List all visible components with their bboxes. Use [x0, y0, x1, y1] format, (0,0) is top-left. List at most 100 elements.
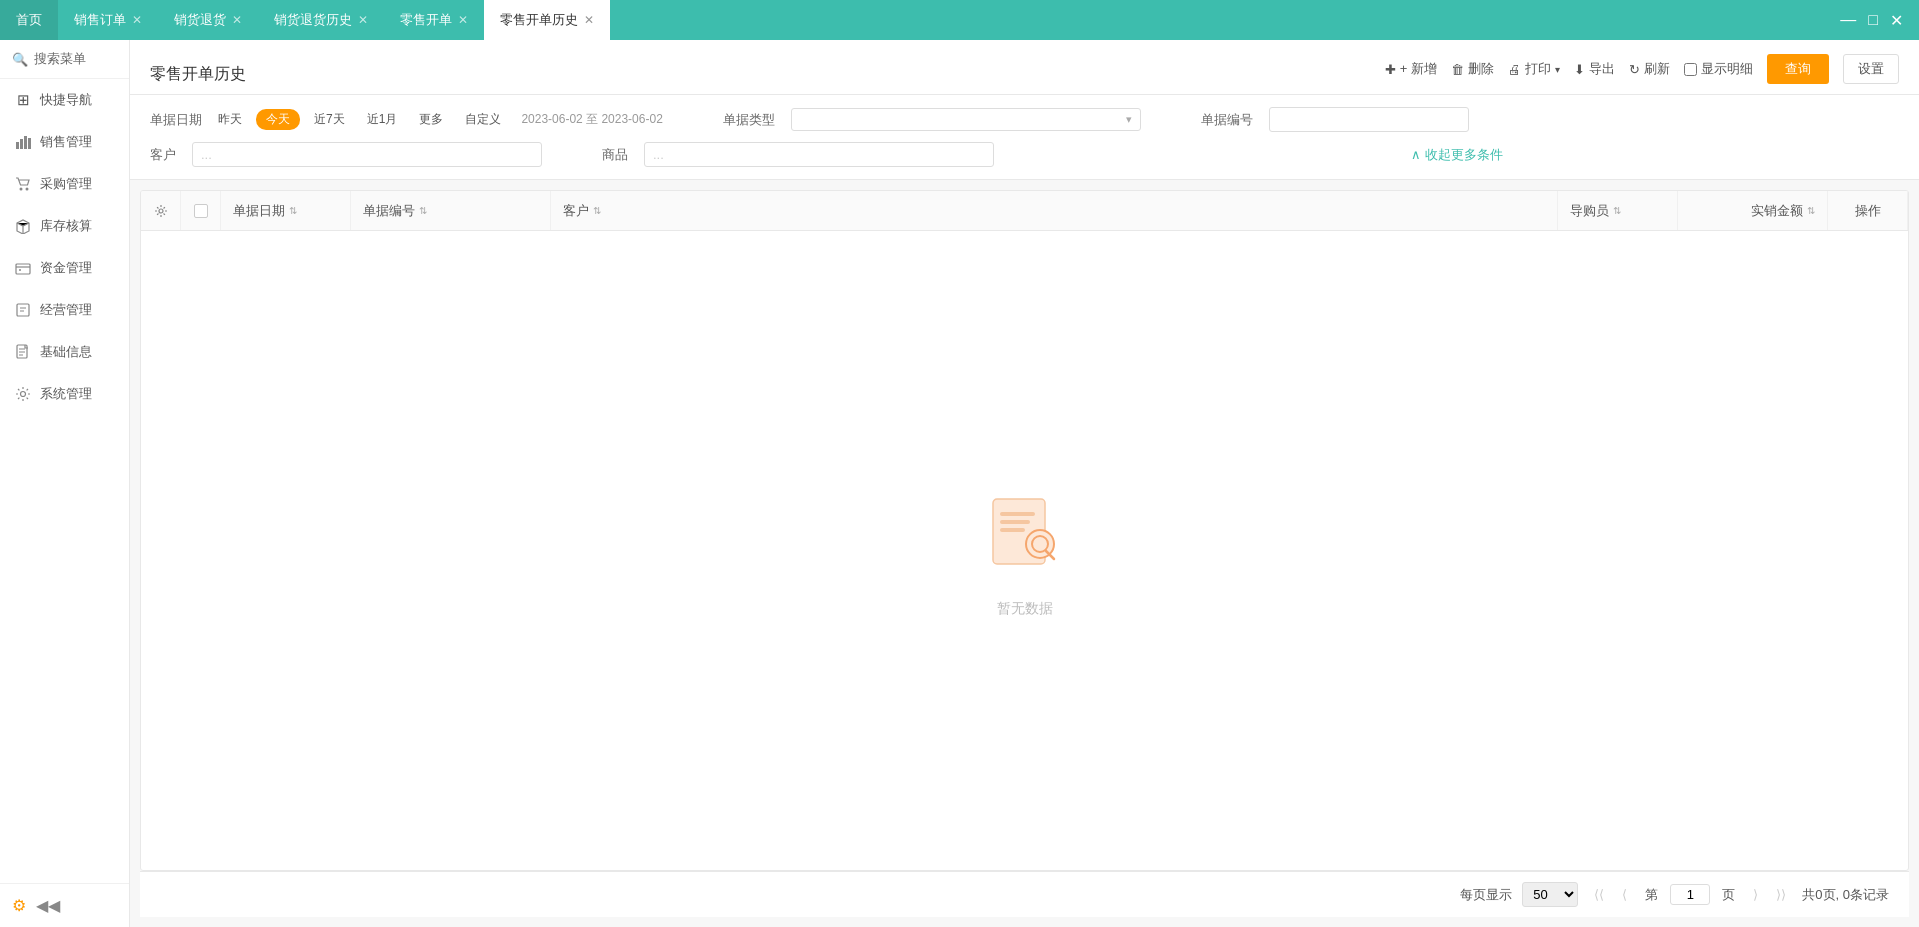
- svg-point-10: [21, 392, 26, 397]
- date-btn-yesterday[interactable]: 昨天: [210, 109, 250, 130]
- refresh-icon: ↻: [1629, 62, 1640, 77]
- goods-label: 商品: [602, 146, 628, 164]
- first-page-btn[interactable]: ⟨⟨: [1588, 885, 1610, 904]
- per-page-label: 每页显示: [1460, 886, 1512, 904]
- tab-retail-history-close[interactable]: ✕: [584, 13, 594, 27]
- sidebar-item-basic-info[interactable]: 基础信息: [0, 331, 129, 373]
- guide-sort-icon: ⇅: [1613, 205, 1621, 216]
- per-page-select[interactable]: 50 10 20 100: [1522, 882, 1578, 907]
- col-amount[interactable]: 实销金额 ⇅: [1678, 191, 1828, 230]
- tab-retail-open[interactable]: 零售开单 ✕: [384, 0, 484, 40]
- last-page-btn[interactable]: ⟩⟩: [1770, 885, 1792, 904]
- sidebar-item-inventory[interactable]: 库存核算: [0, 205, 129, 247]
- tab-bar: 首页 销售订单 ✕ 销货退货 ✕ 销货退货历史 ✕ 零售开单 ✕ 零售开单历史 …: [0, 0, 1919, 40]
- no-sort-icon: ⇅: [419, 205, 427, 216]
- export-icon: ⬇: [1574, 62, 1585, 77]
- print-btn[interactable]: 🖨 打印 ▾: [1508, 60, 1560, 78]
- goods-select[interactable]: ...: [644, 142, 994, 167]
- display-checkbox[interactable]: [1684, 63, 1697, 76]
- sys-mgmt-icon: [14, 385, 32, 403]
- collapse-filters-btn[interactable]: ∧ 收起更多条件: [1411, 146, 1503, 164]
- customer-select[interactable]: ...: [192, 142, 542, 167]
- tab-sales-return-close[interactable]: ✕: [232, 13, 242, 27]
- svg-rect-0: [16, 142, 19, 149]
- table-container: 单据日期 ⇅ 单据编号 ⇅ 客户 ⇅ 导购员 ⇅ 实销金额 ⇅: [140, 190, 1909, 871]
- display-btn[interactable]: 显示明细: [1684, 60, 1753, 78]
- sidebar: 🔍 搜索菜单 ⊞ 快捷导航 销售管理 采购管理: [0, 40, 130, 927]
- close-btn[interactable]: ✕: [1890, 11, 1903, 30]
- svg-rect-13: [1000, 512, 1035, 516]
- amount-sort-icon: ⇅: [1807, 205, 1815, 216]
- svg-point-7: [19, 269, 21, 271]
- date-btn-7days[interactable]: 近7天: [306, 109, 353, 130]
- svg-rect-8: [17, 304, 29, 316]
- toolbar: ✚ + 新增 🗑 删除 🖨 打印 ▾ ⬇ 导出 ↻: [1385, 54, 1899, 94]
- tab-sales-return-history[interactable]: 销货退货历史 ✕: [258, 0, 384, 40]
- query-button[interactable]: 查询: [1767, 54, 1829, 84]
- svg-rect-2: [24, 136, 27, 149]
- purchase-mgmt-icon: [14, 175, 32, 193]
- sidebar-item-quick-nav[interactable]: ⊞ 快捷导航: [0, 79, 129, 121]
- customer-label: 客户: [150, 146, 176, 164]
- tab-sales-order[interactable]: 销售订单 ✕: [58, 0, 158, 40]
- sidebar-collapse-icon[interactable]: ◀◀: [36, 896, 60, 915]
- svg-rect-1: [20, 139, 23, 149]
- ops-icon: [14, 301, 32, 319]
- col-check[interactable]: [181, 191, 221, 230]
- select-all-checkbox[interactable]: [194, 204, 208, 218]
- svg-point-11: [159, 209, 163, 213]
- col-no[interactable]: 单据编号 ⇅: [351, 191, 551, 230]
- collapse-icon: ∧: [1411, 147, 1421, 162]
- date-filters: 昨天 今天 近7天 近1月 更多 自定义: [210, 109, 509, 130]
- svg-rect-6: [16, 264, 30, 274]
- tab-retail-history[interactable]: 零售开单历史 ✕: [484, 0, 610, 40]
- current-page-label: 第: [1639, 884, 1664, 906]
- page-number-input[interactable]: [1670, 884, 1710, 905]
- type-select[interactable]: ▾: [791, 108, 1141, 131]
- pagination: 每页显示 50 10 20 100 ⟨⟨ ⟨ 第 页 ⟩ ⟩⟩ 共0页, 0条记…: [140, 871, 1909, 917]
- col-gear[interactable]: [141, 191, 181, 230]
- col-customer[interactable]: 客户 ⇅: [551, 191, 1558, 230]
- maximize-btn[interactable]: □: [1868, 11, 1878, 29]
- sidebar-item-sales-mgmt[interactable]: 销售管理: [0, 121, 129, 163]
- sidebar-item-purchase-mgmt[interactable]: 采购管理: [0, 163, 129, 205]
- page-nav: ⟨⟨ ⟨ 第 页 ⟩ ⟩⟩: [1588, 884, 1792, 906]
- next-page-btn[interactable]: ⟩: [1747, 885, 1764, 904]
- finance-icon: [14, 259, 32, 277]
- sidebar-item-ops[interactable]: 经营管理: [0, 289, 129, 331]
- add-icon: ✚: [1385, 62, 1396, 77]
- table-header: 单据日期 ⇅ 单据编号 ⇅ 客户 ⇅ 导购员 ⇅ 实销金额 ⇅: [141, 191, 1908, 231]
- sidebar-settings-icon[interactable]: ⚙: [12, 896, 26, 915]
- tab-sales-order-close[interactable]: ✕: [132, 13, 142, 27]
- table-body: 暂无数据: [141, 231, 1908, 870]
- no-input[interactable]: [1269, 107, 1469, 132]
- filter-customer: 客户 ...: [150, 142, 542, 167]
- minimize-btn[interactable]: —: [1840, 11, 1856, 29]
- tab-sales-return[interactable]: 销货退货 ✕: [158, 0, 258, 40]
- date-btn-custom[interactable]: 自定义: [457, 109, 509, 130]
- export-btn[interactable]: ⬇ 导出: [1574, 60, 1615, 78]
- date-btn-1month[interactable]: 近1月: [359, 109, 406, 130]
- svg-rect-15: [1000, 528, 1025, 532]
- refresh-btn[interactable]: ↻ 刷新: [1629, 60, 1670, 78]
- col-date[interactable]: 单据日期 ⇅: [221, 191, 351, 230]
- tab-home[interactable]: 首页: [0, 0, 58, 40]
- add-btn[interactable]: ✚ + 新增: [1385, 60, 1437, 78]
- type-label: 单据类型: [723, 111, 775, 129]
- tab-sales-return-history-close[interactable]: ✕: [358, 13, 368, 27]
- page-title: 零售开单历史: [150, 64, 246, 85]
- empty-state: 暂无数据: [975, 484, 1075, 618]
- sidebar-item-finance[interactable]: 资金管理: [0, 247, 129, 289]
- tab-retail-open-close[interactable]: ✕: [458, 13, 468, 27]
- sidebar-search[interactable]: 🔍 搜索菜单: [0, 40, 129, 79]
- settings-button[interactable]: 设置: [1843, 54, 1899, 84]
- col-guide[interactable]: 导购员 ⇅: [1558, 191, 1678, 230]
- delete-btn[interactable]: 🗑 删除: [1451, 60, 1494, 78]
- customer-sort-icon: ⇅: [593, 205, 601, 216]
- svg-rect-14: [1000, 520, 1030, 524]
- prev-page-btn[interactable]: ⟨: [1616, 885, 1633, 904]
- date-btn-today[interactable]: 今天: [256, 109, 300, 130]
- page-suffix: 页: [1716, 884, 1741, 906]
- date-btn-more[interactable]: 更多: [411, 109, 451, 130]
- sidebar-item-sys-mgmt[interactable]: 系统管理: [0, 373, 129, 415]
